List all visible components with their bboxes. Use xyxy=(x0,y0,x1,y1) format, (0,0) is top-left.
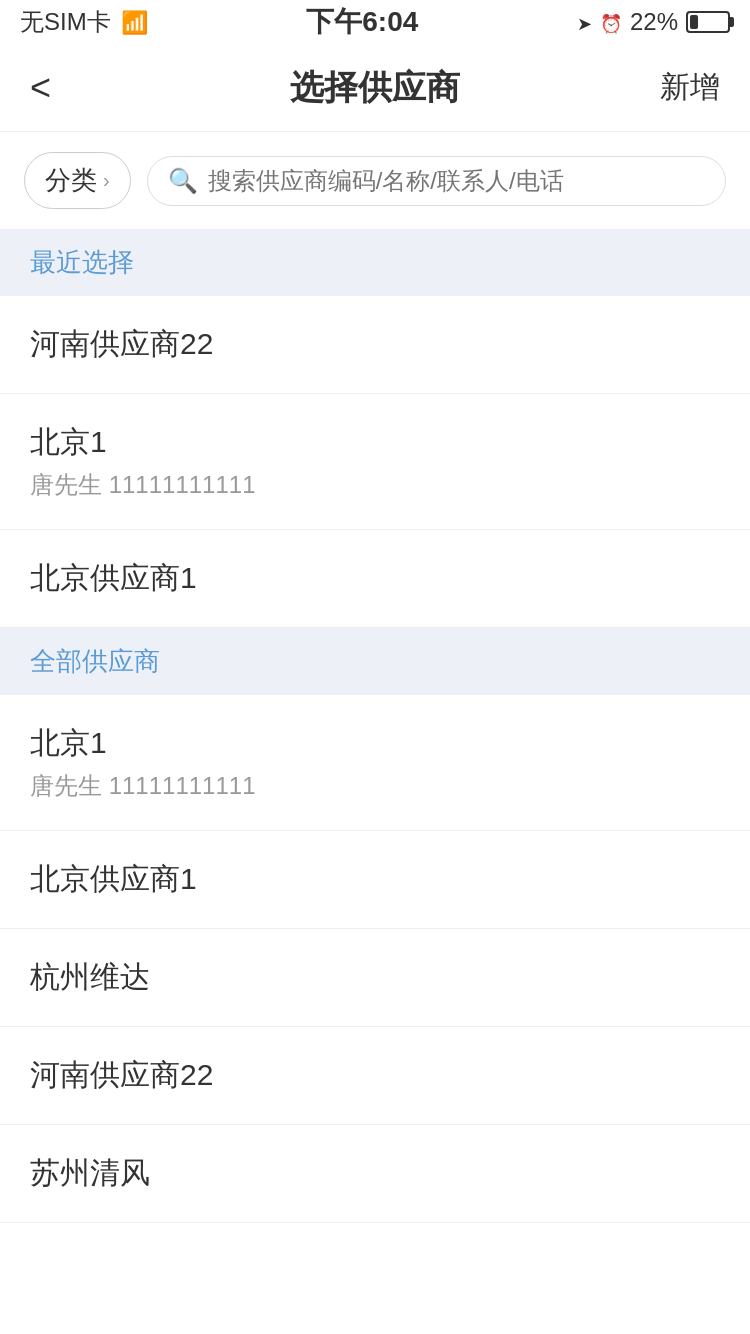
list-item[interactable]: 北京1 唐先生 11111111111 xyxy=(0,394,750,530)
location-icon xyxy=(577,8,592,36)
wifi-icon xyxy=(121,8,148,36)
nav-title: 选择供应商 xyxy=(290,65,460,111)
all-list: 北京1 唐先生 11111111111 北京供应商1 杭州维达河南供应商22 苏州清风 xyxy=(0,695,750,1223)
status-right: 22% xyxy=(577,8,730,36)
list-item[interactable]: 杭州维达 xyxy=(0,929,750,1027)
item-name: 北京供应商1 xyxy=(30,859,720,900)
status-left: 无SIM卡 xyxy=(20,6,148,38)
search-icon: 🔍 xyxy=(168,167,198,195)
category-button[interactable]: 分类 › xyxy=(24,152,131,209)
back-button[interactable]: < xyxy=(30,67,110,109)
list-item[interactable]: 河南供应商22 xyxy=(0,1027,750,1125)
status-bar: 无SIM卡 下午6:04 22% xyxy=(0,0,750,44)
list-item[interactable]: 北京1 唐先生 11111111111 xyxy=(0,695,750,831)
battery-box xyxy=(686,11,730,33)
search-box[interactable]: 🔍 xyxy=(147,156,726,206)
item-name: 北京1 xyxy=(30,723,720,764)
battery-fill xyxy=(690,15,698,29)
recent-section-header: 最近选择 xyxy=(0,229,750,296)
filter-bar: 分类 › 🔍 xyxy=(0,132,750,229)
all-section-title: 全部供应商 xyxy=(30,646,160,676)
sim-text: 无SIM卡 xyxy=(20,6,111,38)
new-action-button[interactable]: 新增 xyxy=(640,67,720,108)
item-contact: 唐先生 11111111111 xyxy=(30,469,720,501)
list-item[interactable]: 北京供应商1 xyxy=(0,831,750,929)
item-contact: 唐先生 11111111111 xyxy=(30,770,720,802)
nav-bar: < 选择供应商 新增 xyxy=(0,44,750,132)
list-item[interactable]: 苏州清风 xyxy=(0,1125,750,1223)
item-name: 苏州清风 xyxy=(30,1153,720,1194)
item-name: 河南供应商22 xyxy=(30,1055,720,1096)
list-item[interactable]: 北京供应商1 xyxy=(0,530,750,628)
item-name: 杭州维达 xyxy=(30,957,720,998)
item-name: 北京1 xyxy=(30,422,720,463)
recent-list: 河南供应商22 北京1 唐先生 11111111111 北京供应商1 xyxy=(0,296,750,628)
category-label: 分类 xyxy=(45,163,97,198)
status-time: 下午6:04 xyxy=(306,3,418,41)
search-input[interactable] xyxy=(208,167,705,195)
list-item[interactable]: 河南供应商22 xyxy=(0,296,750,394)
category-arrow-icon: › xyxy=(103,169,110,192)
recent-section-title: 最近选择 xyxy=(30,247,134,277)
item-name: 河南供应商22 xyxy=(30,324,720,365)
battery-percent: 22% xyxy=(630,8,678,36)
item-name: 北京供应商1 xyxy=(30,558,720,599)
alarm-icon xyxy=(600,8,622,36)
all-section-header: 全部供应商 xyxy=(0,628,750,695)
battery-bar xyxy=(686,11,730,33)
